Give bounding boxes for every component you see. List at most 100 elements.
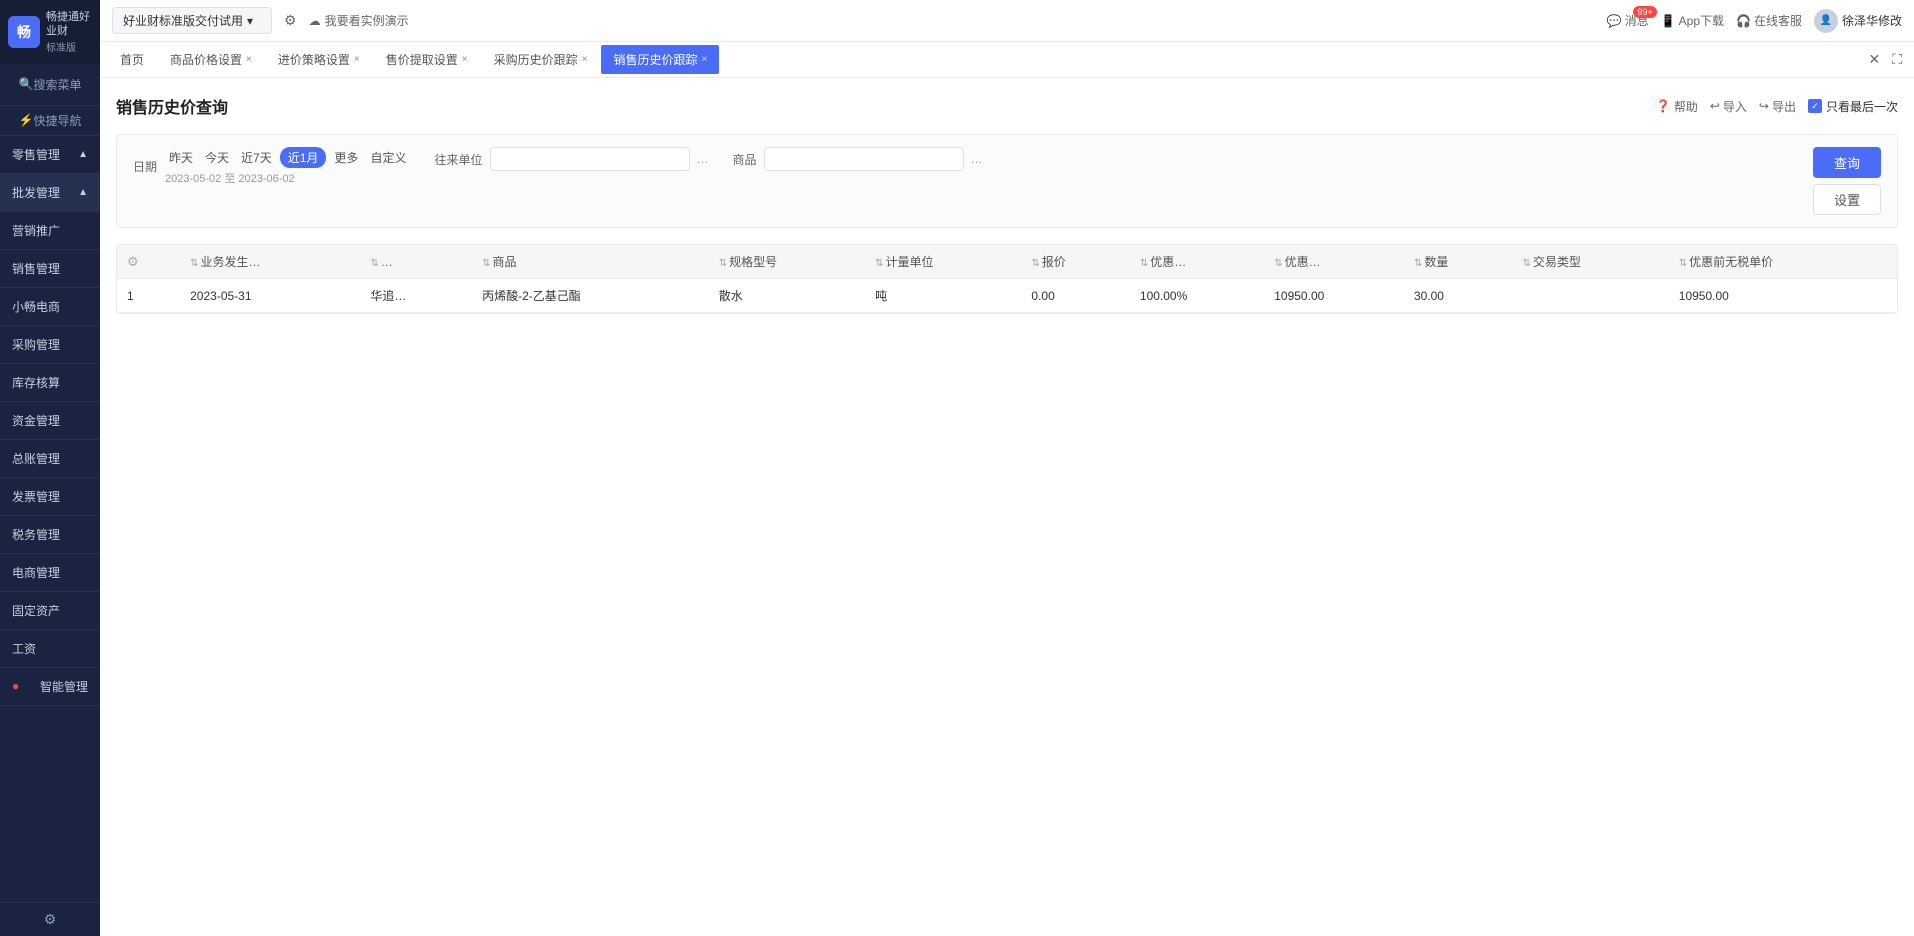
tabs-right: ✕ ⛶: [1864, 47, 1906, 72]
demo-link[interactable]: ☁ 我要看实例演示: [309, 12, 409, 29]
app-download-button[interactable]: 📱 App下载: [1661, 12, 1724, 29]
last-once-label: 只看最后一次: [1826, 98, 1898, 115]
sidebar-item-label: 库存核算: [12, 374, 60, 391]
sidebar-item-采购管理[interactable]: 采购管理: [0, 326, 100, 364]
tabs-container: 首页 商品价格设置 × 进价策略设置 × 售价提取设置 × 采购历史价跟踪 × …: [108, 45, 719, 74]
col-header-spec[interactable]: ⇅规格型号: [709, 245, 865, 279]
online-service-button[interactable]: 🎧 在线客服: [1736, 12, 1802, 29]
last-once-checkbox[interactable]: ✓: [1808, 99, 1822, 113]
col-header-goods[interactable]: ⇅商品: [472, 245, 709, 279]
quicknav-item[interactable]: ⚡ 快捷导航: [0, 106, 100, 136]
tab-商品价格设置[interactable]: 商品价格设置 ×: [158, 45, 264, 74]
settings-button[interactable]: 设置: [1813, 184, 1881, 215]
tab-close-icon[interactable]: ×: [582, 54, 588, 65]
sidebar-item-资金管理[interactable]: 资金管理: [0, 402, 100, 440]
sort-icon: ⇅: [1274, 258, 1282, 269]
tab-售价提取设置[interactable]: 售价提取设置 ×: [374, 45, 480, 74]
tab-close-icon[interactable]: ×: [354, 54, 360, 65]
help-button[interactable]: ❓ 帮助: [1656, 98, 1698, 115]
top-bar-right: 💬 消息 99+ 📱 App下载 🎧 在线客服 👤 徐泽华修改: [1607, 9, 1902, 33]
sidebar-item-发票管理[interactable]: 发票管理: [0, 478, 100, 516]
tab-close-icon[interactable]: ×: [462, 54, 468, 65]
filter-actions: 查询 设置: [1813, 147, 1881, 215]
top-bar: 好业财标准版交付试用 ▾ ⚙ ☁ 我要看实例演示 💬 消息 99+ 📱 App下…: [100, 0, 1914, 42]
sidebar-item-label: 销售管理: [12, 260, 60, 277]
sidebar-item-电商管理[interactable]: 电商管理: [0, 554, 100, 592]
sidebar-item-小畅电商[interactable]: 小畅电商: [0, 288, 100, 326]
sidebar-item-工资[interactable]: 工资: [0, 630, 100, 668]
table-row[interactable]: 12023-05-31华追…丙烯酸-2-乙基己酯散水吨0.00100.00%10…: [117, 279, 1897, 313]
last-once-checkbox-label[interactable]: ✓ 只看最后一次: [1808, 98, 1898, 115]
sidebar-item-固定资产[interactable]: 固定资产: [0, 592, 100, 630]
tab-采购历史价跟踪[interactable]: 采购历史价跟踪 ×: [482, 45, 600, 74]
export-button[interactable]: ↪ 导出: [1759, 98, 1796, 115]
tab-label: 采购历史价跟踪: [494, 51, 578, 68]
col-header-more1[interactable]: ⇅…: [360, 245, 472, 279]
sidebar-item-label: 发票管理: [12, 488, 60, 505]
col-header-discount2[interactable]: ⇅优惠…: [1264, 245, 1404, 279]
col-header-discount1[interactable]: ⇅优惠…: [1130, 245, 1264, 279]
sidebar-item-label: 总账管理: [12, 450, 60, 467]
col-header-date[interactable]: ⇅业务发生…: [180, 245, 360, 279]
from-unit-more[interactable]: …: [696, 152, 708, 166]
version-selector[interactable]: 好业财标准版交付试用 ▾: [112, 7, 272, 34]
sort-icon: ⇅: [190, 258, 198, 269]
cell-qty: 30.00: [1404, 279, 1512, 313]
sidebar-search-section[interactable]: 🔍 搜索菜单: [0, 64, 100, 106]
expand-tab-button[interactable]: ⛶: [1888, 47, 1906, 72]
search-menu-item[interactable]: 🔍 搜索菜单: [8, 72, 92, 97]
page-title: 销售历史价查询: [116, 94, 228, 118]
sidebar-item-智能管理[interactable]: ● 智能管理: [0, 668, 100, 706]
date-option-更多[interactable]: 更多: [330, 147, 362, 168]
col-header-pretax[interactable]: ⇅优惠前无税单价: [1669, 245, 1897, 279]
sort-icon: ⇅: [875, 258, 883, 269]
import-button[interactable]: ↩ 导入: [1710, 98, 1747, 115]
from-unit-input[interactable]: [490, 147, 690, 171]
sidebar-item-营销推广[interactable]: 营销推广: [0, 212, 100, 250]
cell-spec: 散水: [709, 279, 865, 313]
table-settings-icon[interactable]: ⚙: [127, 254, 139, 269]
col-header-quote[interactable]: ⇅报价: [1021, 245, 1129, 279]
from-unit-filter-group: 往来单位 …: [434, 147, 708, 171]
tab-首页[interactable]: 首页: [108, 45, 156, 74]
table-body: 12023-05-31华追…丙烯酸-2-乙基己酯散水吨0.00100.00%10…: [117, 279, 1897, 313]
config-icon[interactable]: ⚙: [280, 8, 301, 33]
goods-more[interactable]: …: [970, 152, 982, 166]
goods-input[interactable]: [764, 147, 964, 171]
headset-icon: 🎧: [1736, 14, 1751, 28]
date-option-自定义[interactable]: 自定义: [366, 147, 410, 168]
app-icon: 📱: [1661, 14, 1676, 28]
sidebar-item-label: 营销推广: [12, 222, 60, 239]
date-option-昨天[interactable]: 昨天: [165, 147, 197, 168]
sidebar-item-总账管理[interactable]: 总账管理: [0, 440, 100, 478]
sidebar-item-税务管理[interactable]: 税务管理: [0, 516, 100, 554]
sidebar-item-label: 工资: [12, 640, 36, 657]
export-icon: ↪: [1759, 99, 1769, 113]
cell-pretax: 10950.00: [1669, 279, 1897, 313]
settings-gear-icon[interactable]: ⚙: [44, 911, 57, 928]
from-unit-label: 往来单位: [434, 151, 482, 168]
messages-button[interactable]: 💬 消息 99+: [1607, 12, 1649, 29]
col-header-unit[interactable]: ⇅计量单位: [865, 245, 1021, 279]
close-tab-button[interactable]: ✕: [1864, 47, 1884, 72]
tab-销售历史价跟踪[interactable]: 销售历史价跟踪 ×: [601, 45, 719, 74]
query-button[interactable]: 查询: [1813, 147, 1881, 178]
sidebar-item-批发管理[interactable]: 批发管理 ▲: [0, 174, 100, 212]
tab-close-icon[interactable]: ×: [246, 54, 252, 65]
col-header-type[interactable]: ⇅交易类型: [1512, 245, 1668, 279]
date-option-近1月[interactable]: 近1月: [280, 147, 327, 168]
sidebar-item-库存核算[interactable]: 库存核算: [0, 364, 100, 402]
col-header-qty[interactable]: ⇅数量: [1404, 245, 1512, 279]
sidebar-item-label: 税务管理: [12, 526, 60, 543]
tab-close-icon[interactable]: ×: [701, 54, 707, 65]
date-option-近7天[interactable]: 近7天: [237, 147, 276, 168]
page-actions: ❓ 帮助 ↩ 导入 ↪ 导出 ✓ 只看最后一次: [1656, 98, 1898, 115]
tab-label: 售价提取设置: [386, 51, 458, 68]
user-profile-button[interactable]: 👤 徐泽华修改: [1814, 9, 1902, 33]
date-option-今天[interactable]: 今天: [201, 147, 233, 168]
sidebar-item-label: 采购管理: [12, 336, 60, 353]
tab-进价策略设置[interactable]: 进价策略设置 ×: [266, 45, 372, 74]
tab-label: 首页: [120, 51, 144, 68]
sidebar-item-销售管理[interactable]: 销售管理: [0, 250, 100, 288]
sidebar-item-零售管理[interactable]: 零售管理 ▲: [0, 136, 100, 174]
